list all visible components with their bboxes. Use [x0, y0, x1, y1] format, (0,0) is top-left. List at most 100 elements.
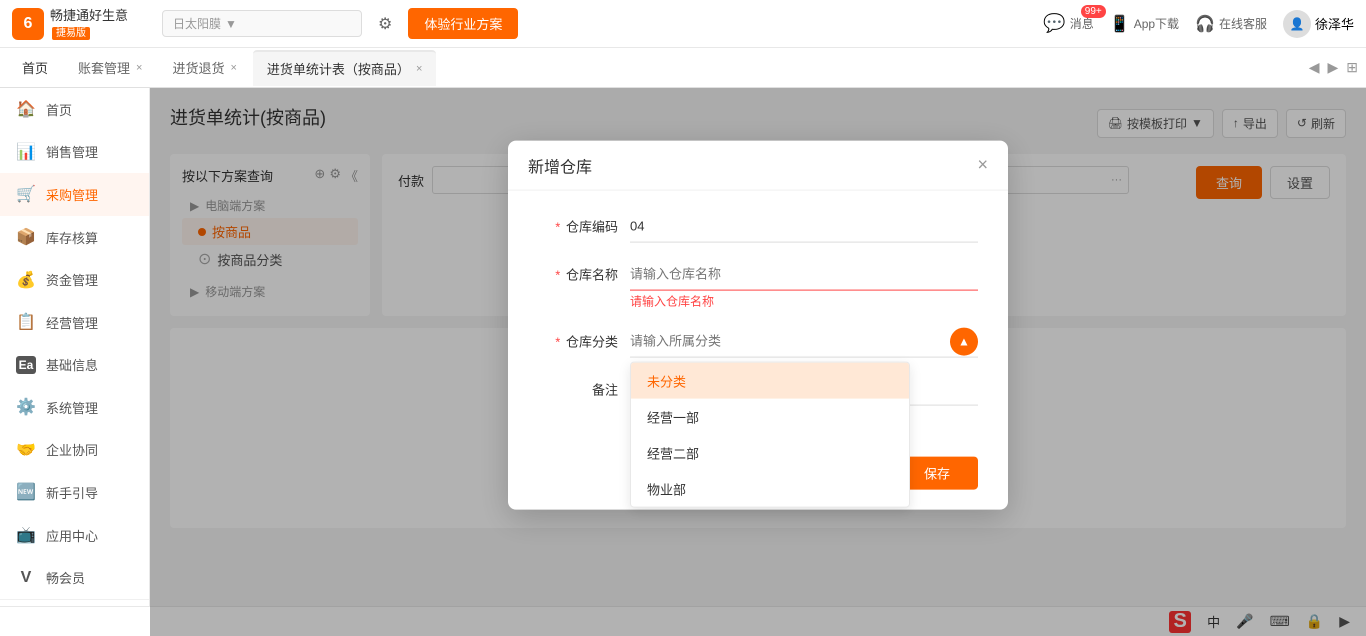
modal-header: 新增仓库 × [508, 141, 1008, 191]
user-area[interactable]: 👤 徐泽华 [1283, 10, 1354, 38]
sidebar: 🏠 首页 📊 销售管理 🛒 采购管理 📦 库存核算 💰 资金管理 📋 经营管理 … [0, 88, 150, 636]
content-area: 进货单统计(按商品) 🖨 按模板打印 ▼ ↑ 导出 ↺ 刷新 [150, 88, 1366, 636]
system-icon: ⚙️ [16, 397, 36, 417]
tab-purchase-stats-close[interactable]: × [416, 63, 422, 75]
main-layout: 🏠 首页 📊 销售管理 🛒 采购管理 📦 库存核算 💰 资金管理 📋 经营管理 … [0, 88, 1366, 636]
required-star-name: * [555, 268, 560, 283]
modal-body: * 仓库编码 * 仓库名称 请输入仓库名称 [508, 191, 1008, 445]
online-service-label: 在线客服 [1219, 15, 1267, 32]
dropdown-item-property[interactable]: 物业部 [631, 471, 909, 507]
warehouse-category-row: * 仓库分类 ▲ 未分类 [538, 326, 978, 358]
tab-purchase-return-label: 进货退货 [172, 58, 224, 77]
warehouse-code-input[interactable] [630, 211, 978, 243]
app-download-label: App下载 [1134, 15, 1179, 32]
sidebar-item-basic-info[interactable]: Ea 基础信息 [0, 343, 149, 386]
trial-button[interactable]: 体验行业方案 [408, 8, 518, 39]
sidebar-item-apps[interactable]: 📺 应用中心 [0, 514, 149, 557]
sidebar-item-home[interactable]: 🏠 首页 [0, 88, 149, 131]
newbie-icon: 🆕 [16, 482, 36, 502]
tab-accounts-close[interactable]: × [136, 62, 142, 74]
tab-nav-right[interactable]: ▶ [1327, 59, 1338, 76]
tab-bar-right: ◀ ▶ ⊞ [1309, 59, 1358, 76]
tab-nav-left[interactable]: ◀ [1309, 59, 1320, 76]
sidebar-item-apps-label: 应用中心 [46, 526, 98, 545]
sidebar-item-operations[interactable]: 📋 经营管理 [0, 301, 149, 344]
sidebar-item-system-label: 系统管理 [46, 398, 98, 417]
category-dropdown: 未分类 经营一部 经营二部 物业部 [630, 362, 910, 508]
warehouse-name-label: * 仓库名称 [538, 259, 618, 284]
tab-purchase-stats-label: 进货单统计表（按商品） [267, 59, 410, 78]
required-star-category: * [555, 335, 560, 350]
logo-area: 6 畅捷通好生意 捷易版 [12, 8, 162, 40]
new-warehouse-modal: 新增仓库 × * 仓库编码 * [508, 141, 1008, 510]
home-icon: 🏠 [16, 99, 36, 119]
modal-title: 新增仓库 [528, 153, 592, 177]
header-search: 日太阳膜 ▼ ⚙ 体验行业方案 [162, 8, 1043, 39]
purchase-icon: 🛒 [16, 184, 36, 204]
tab-bar: 首页 账套管理 × 进货退货 × 进货单统计表（按商品） × ◀ ▶ ⊞ [0, 48, 1366, 88]
sidebar-item-enterprise[interactable]: 🤝 企业协同 [0, 429, 149, 472]
required-star-code: * [555, 220, 560, 235]
header-right: 💬 99+ 消息 📱 App下载 🎧 在线客服 👤 徐泽华 [1043, 10, 1354, 38]
enterprise-icon: 🤝 [16, 440, 36, 460]
gear-icon[interactable]: ⚙ [378, 14, 392, 34]
app-download-area[interactable]: 📱 App下载 [1110, 14, 1179, 34]
sidebar-item-inventory-label: 库存核算 [46, 228, 98, 247]
online-service-area[interactable]: 🎧 在线客服 [1195, 14, 1267, 34]
search-dropdown-arrow[interactable]: ▼ [225, 17, 237, 31]
dropdown-item-dept2[interactable]: 经营二部 [631, 435, 909, 471]
logo-text: 畅捷通好生意 [50, 8, 128, 25]
warehouse-code-label: * 仓库编码 [538, 211, 618, 236]
sidebar-item-home-label: 首页 [46, 100, 72, 119]
user-name: 徐泽华 [1315, 14, 1354, 33]
sidebar-item-enterprise-label: 企业协同 [46, 440, 98, 459]
logo-badge: 捷易版 [52, 27, 90, 40]
sidebar-item-sales[interactable]: 📊 销售管理 [0, 131, 149, 174]
finance-icon: 💰 [16, 270, 36, 290]
sidebar-item-inventory[interactable]: 📦 库存核算 [0, 216, 149, 259]
warehouse-name-row: * 仓库名称 请输入仓库名称 [538, 259, 978, 310]
sidebar-item-purchase[interactable]: 🛒 采购管理 [0, 173, 149, 216]
sidebar-item-membership-label: 畅会员 [46, 568, 85, 587]
membership-icon: V [16, 569, 36, 587]
warehouse-code-row: * 仓库编码 [538, 211, 978, 243]
dropdown-item-uncategorized[interactable]: 未分类 [631, 363, 909, 399]
sidebar-item-system[interactable]: ⚙️ 系统管理 [0, 386, 149, 429]
warehouse-category-label: * 仓库分类 [538, 326, 618, 351]
tab-home-label: 首页 [22, 58, 48, 77]
sidebar-item-membership[interactable]: V 畅会员 [0, 556, 149, 599]
tab-purchase-return-close[interactable]: × [230, 62, 236, 74]
modal-close-button[interactable]: × [977, 155, 988, 176]
logo-icon: 6 [12, 8, 44, 40]
warehouse-name-field: 请输入仓库名称 [630, 259, 978, 310]
sidebar-item-newbie-label: 新手引导 [46, 483, 98, 502]
warehouse-name-input[interactable] [630, 259, 978, 291]
tab-purchase-return[interactable]: 进货退货 × [158, 50, 250, 86]
search-value: 日太阳膜 [173, 15, 221, 32]
notes-label: 备注 [538, 374, 618, 399]
user-avatar: 👤 [1283, 10, 1311, 38]
category-dropdown-arrow[interactable]: ▲ [950, 328, 978, 356]
notification-area[interactable]: 💬 99+ 消息 [1043, 13, 1093, 34]
warehouse-category-field: ▲ 未分类 经营一部 经营二部 [630, 326, 978, 358]
notification-badge: 99+ [1081, 5, 1106, 18]
tab-purchase-stats[interactable]: 进货单统计表（按商品） × [253, 50, 436, 86]
sidebar-item-newbie[interactable]: 🆕 新手引导 [0, 471, 149, 514]
apps-icon: 📺 [16, 525, 36, 545]
sales-icon: 📊 [16, 142, 36, 162]
tab-expand[interactable]: ⊞ [1346, 59, 1358, 76]
search-box[interactable]: 日太阳膜 ▼ [162, 10, 362, 37]
sidebar-item-purchase-label: 采购管理 [46, 185, 98, 204]
dropdown-item-dept1[interactable]: 经营一部 [631, 399, 909, 435]
sidebar-item-basic-info-label: 基础信息 [46, 355, 98, 374]
tab-accounts[interactable]: 账套管理 × [64, 50, 156, 86]
sidebar-item-sales-label: 销售管理 [46, 142, 98, 161]
warehouse-name-error: 请输入仓库名称 [630, 293, 978, 310]
sidebar-item-operations-label: 经营管理 [46, 313, 98, 332]
sidebar-item-finance-label: 资金管理 [46, 270, 98, 289]
tab-home[interactable]: 首页 [8, 50, 62, 86]
warehouse-category-input[interactable] [630, 326, 978, 358]
basic-info-icon: Ea [16, 356, 36, 374]
sidebar-item-finance[interactable]: 💰 资金管理 [0, 258, 149, 301]
category-select-wrapper: ▲ [630, 326, 978, 358]
